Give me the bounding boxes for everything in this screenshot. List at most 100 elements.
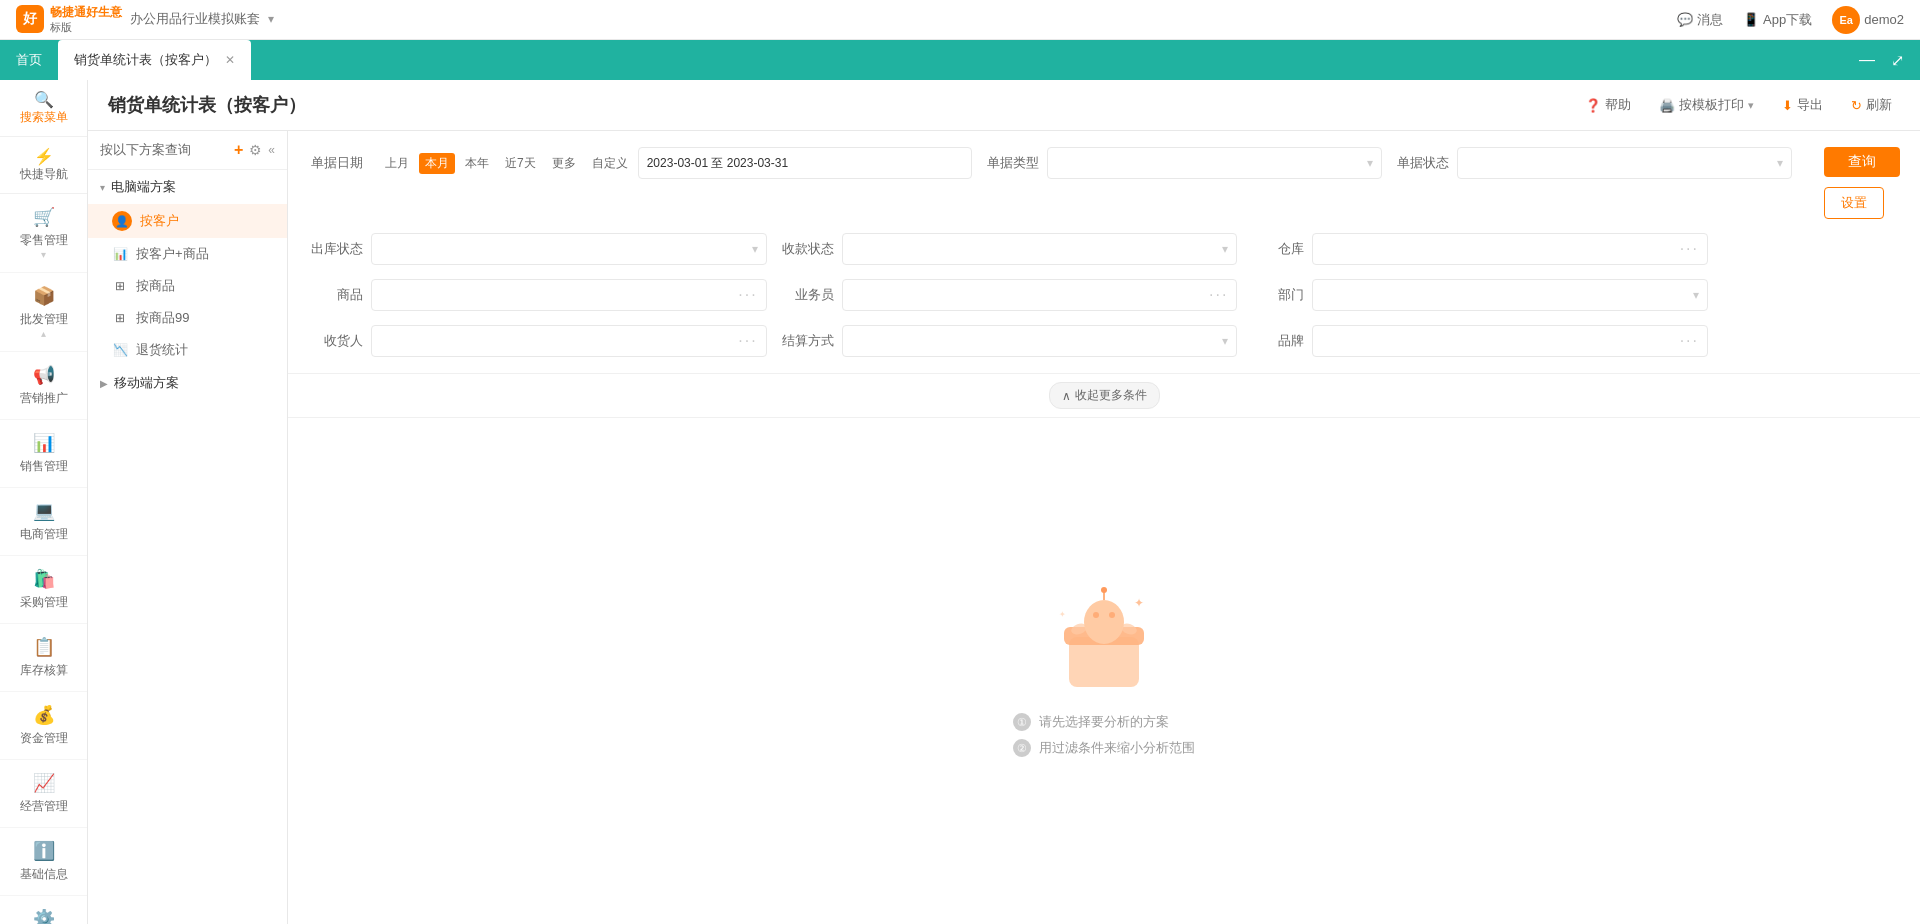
date-tab-last-7[interactable]: 近7天 [499,153,542,174]
date-tab-this-year[interactable]: 本年 [459,153,495,174]
scheme-item-by-customer[interactable]: 👤 按客户 [88,204,287,238]
scheme-item-return-stats[interactable]: 📉 退货统计 [88,334,287,366]
warehouse-control[interactable]: ··· [1312,233,1708,265]
scheme-panel-header: 按以下方案查询 + ⚙ « [88,131,287,170]
date-label: 单据日期 [308,154,363,172]
search-icon: 🔍 [8,90,79,109]
phone-icon: 📱 [1743,12,1759,27]
filter-row-4: 收货人 ··· 结算方式 ▾ [308,325,1900,357]
message-icon: 💬 [1677,12,1693,27]
tab-bar: 首页 销货单统计表（按客户） ✕ — ⤢ [0,40,1920,80]
hint-num-1: ① [1013,713,1031,731]
help-button[interactable]: ❓ 帮助 [1577,92,1639,118]
scheme-panel-icons: + ⚙ « [234,141,275,159]
doc-status-control[interactable]: ▾ [1457,147,1792,179]
top-bar-title: 办公用品行业模拟账套 [130,10,260,28]
export-button[interactable]: ⬇ 导出 [1774,92,1831,118]
brand-control[interactable]: ··· [1312,325,1708,357]
dept-control[interactable]: ▾ [1312,279,1708,311]
date-tab-this-month[interactable]: 本月 [419,153,455,174]
settle-method-label: 结算方式 [779,332,834,350]
empty-hints: ① 请先选择要分析的方案 ② 用过滤条件来缩小分析范围 [1013,713,1195,765]
app-download-button[interactable]: 📱 App下载 [1743,11,1812,29]
payment-status-filter: 收款状态 ▾ [779,233,1238,265]
staff-label: 业务员 [779,286,834,304]
user-area[interactable]: Ea demo2 [1832,6,1904,34]
filter-row-3: 商品 ··· 业务员 ··· [308,279,1900,311]
wholesale-icon: 📦 [33,285,55,307]
hint-num-2: ② [1013,739,1031,757]
scheme-add-button[interactable]: + [234,141,243,159]
sidebar-item-inventory[interactable]: 📋 库存核算 [0,624,87,692]
scheme-item-by-product-99[interactable]: ⊞ 按商品99 [88,302,287,334]
scheme-settings-button[interactable]: ⚙ [249,142,262,158]
sidebar-item-sales-mgmt[interactable]: 📊 销售管理 [0,420,87,488]
sidebar-item-wholesale[interactable]: 📦 批发管理 ▴ [0,273,87,352]
collapse-up-icon: ∧ [1062,389,1071,403]
tab-sales-summary[interactable]: 销货单统计表（按客户） ✕ [58,40,251,80]
purchase-icon: 🛍️ [33,568,55,590]
sidebar-item-marketing[interactable]: 📢 营销推广 [0,352,87,420]
message-button[interactable]: 💬 消息 [1677,11,1723,29]
home-tab-label: 首页 [16,51,42,69]
out-status-control[interactable]: ▾ [371,233,767,265]
scheme-group-desktop-title[interactable]: ▾ 电脑端方案 [88,170,287,204]
payment-status-dropdown-icon: ▾ [1222,242,1228,256]
sidebar-search[interactable]: 🔍 搜索菜单 [0,80,87,137]
settle-method-dropdown-icon: ▾ [1222,334,1228,348]
nav-icon: ⚡ [8,147,79,166]
scheme-group-mobile-title[interactable]: ▶ 移动端方案 [88,366,287,400]
date-tab-custom[interactable]: 自定义 [586,153,634,174]
query-button[interactable]: 查询 [1824,147,1900,177]
settings-button[interactable]: 设置 [1824,187,1884,219]
tab-close-icon[interactable]: ✕ [225,53,235,67]
doc-type-dropdown-icon: ▾ [1367,156,1373,170]
sidebar-item-finance[interactable]: 💰 资金管理 [0,692,87,760]
brand-label: 品牌 [1249,332,1304,350]
dropdown-icon[interactable]: ▾ [268,12,274,26]
warehouse-filter: 仓库 ··· [1249,233,1708,265]
date-range-control[interactable]: 2023-03-01 至 2023-03-31 [638,147,972,179]
staff-filter: 业务员 ··· [779,279,1238,311]
tab-maximize-button[interactable]: ⤢ [1887,47,1908,74]
sidebar-item-ecommerce[interactable]: 💻 电商管理 [0,488,87,556]
sidebar-quick-nav[interactable]: ⚡ 快捷导航 [0,137,87,194]
receiver-filter: 收货人 ··· [308,325,767,357]
doc-type-label: 单据类型 [984,154,1039,172]
out-status-dropdown-icon: ▾ [752,242,758,256]
doc-type-control[interactable]: ▾ [1047,147,1382,179]
tab-home[interactable]: 首页 [0,40,58,80]
marketing-icon: 📢 [33,364,55,386]
refresh-icon: ↻ [1851,98,1862,113]
staff-control[interactable]: ··· [842,279,1238,311]
date-tab-last-month[interactable]: 上月 [379,153,415,174]
sidebar-item-purchase[interactable]: 🛍️ 采购管理 [0,556,87,624]
template-print-button[interactable]: 🖨️ 按模板打印 ▾ [1651,92,1762,118]
page-title: 销货单统计表（按客户） [108,93,306,129]
scheme-item-by-customer-product[interactable]: 📊 按客户+商品 [88,238,287,270]
top-bar: 好 畅捷通好生意 标版 办公用品行业模拟账套 ▾ 💬 消息 📱 App下载 Ea [0,0,1920,40]
scheme-product-icon-2: ⊞ [112,310,128,326]
sidebar-item-retail[interactable]: 🛒 零售管理 ▾ [0,194,87,273]
sidebar-item-operation[interactable]: 📈 经营管理 [0,760,87,828]
page-header: 销货单统计表（按客户） ❓ 帮助 🖨️ 按模板打印 ▾ ⬇ 导出 [88,80,1920,131]
basic-icon: ℹ️ [33,840,55,862]
date-tab-more[interactable]: 更多 [546,153,582,174]
goods-control[interactable]: ··· [371,279,767,311]
payment-status-control[interactable]: ▾ [842,233,1238,265]
tab-minimize-button[interactable]: — [1855,47,1879,73]
scheme-collapse-button[interactable]: « [268,143,275,157]
receiver-label: 收货人 [308,332,363,350]
receiver-control[interactable]: ··· [371,325,767,357]
active-indicator: 👤 [112,211,132,231]
sidebar-item-basic[interactable]: ℹ️ 基础信息 [0,828,87,896]
refresh-button[interactable]: ↻ 刷新 [1843,92,1900,118]
scheme-item-by-product[interactable]: ⊞ 按商品 [88,270,287,302]
collapse-button[interactable]: ∧ 收起更多条件 [1049,382,1160,409]
settle-method-control[interactable]: ▾ [842,325,1238,357]
filter-row-2: 出库状态 ▾ 收款状态 ▾ [308,233,1900,265]
brand-dots: ··· [1680,332,1699,350]
export-icon: ⬇ [1782,98,1793,113]
svg-text:✦: ✦ [1134,596,1144,610]
sidebar-item-system[interactable]: ⚙️ 系统管理 [0,896,87,924]
